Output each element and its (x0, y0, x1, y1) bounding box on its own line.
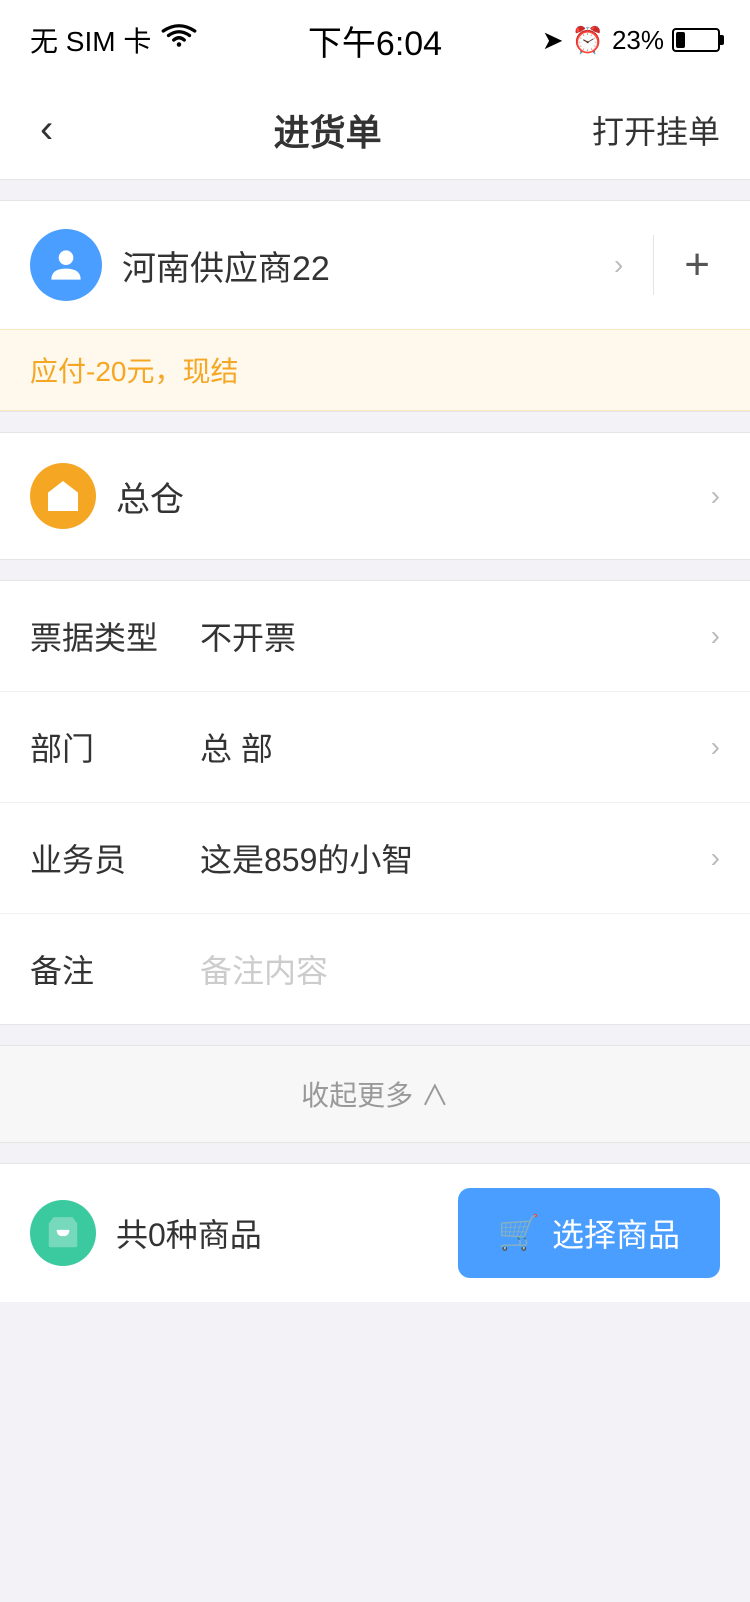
back-button[interactable]: ‹ (30, 97, 63, 162)
alarm-icon: ⏰ (572, 25, 604, 56)
warehouse-name: 总仓 (116, 472, 711, 521)
person-icon (44, 243, 88, 287)
invoice-type-value: 不开票 (200, 613, 711, 659)
status-bar: 无 SIM 卡 下午6:04 ➤ ⏰ 23% (0, 0, 750, 80)
notice-banner: 应付-20元，现结 (0, 329, 750, 411)
open-pending-button[interactable]: 打开挂单 (592, 107, 720, 153)
status-right: ➤ ⏰ 23% (542, 25, 720, 56)
remark-label: 备注 (30, 946, 170, 992)
battery-percent: 23% (612, 25, 664, 56)
select-product-label: 选择商品 (552, 1210, 680, 1256)
status-time: 下午6:04 (308, 16, 442, 65)
warehouse-icon (43, 476, 83, 516)
salesperson-label: 业务员 (30, 835, 170, 881)
carrier-label: 无 SIM 卡 (30, 20, 151, 60)
notice-text: 应付-20元，现结 (30, 356, 238, 387)
salesperson-row[interactable]: 业务员 这是859的小智 › (0, 803, 750, 914)
warehouse-chevron-icon: › (711, 480, 720, 512)
invoice-type-row[interactable]: 票据类型 不开票 › (0, 581, 750, 692)
cart-icon-wrap (30, 1200, 96, 1266)
nav-bar: ‹ 进货单 打开挂单 (0, 80, 750, 180)
department-chevron-icon: › (711, 731, 720, 763)
salesperson-chevron-icon: › (711, 842, 720, 874)
salesperson-value: 这是859的小智 (200, 835, 711, 881)
gap-1 (0, 180, 750, 200)
cart-icon (44, 1214, 82, 1252)
department-value: 总 部 (200, 724, 711, 770)
supplier-section: 河南供应商22 › + 应付-20元，现结 (0, 200, 750, 412)
form-section: 票据类型 不开票 › 部门 总 部 › 业务员 这是859的小智 › 备注 备注… (0, 580, 750, 1025)
status-left: 无 SIM 卡 (30, 20, 197, 60)
collapse-label: 收起更多 ∧ (301, 1074, 449, 1114)
invoice-type-label: 票据类型 (30, 613, 170, 659)
product-count-label: 共0种商品 (116, 1210, 458, 1256)
collapse-row[interactable]: 收起更多 ∧ (0, 1045, 750, 1143)
department-row[interactable]: 部门 总 部 › (0, 692, 750, 803)
department-label: 部门 (30, 724, 170, 770)
page-title: 进货单 (274, 104, 382, 156)
invoice-type-chevron-icon: › (711, 620, 720, 652)
add-button[interactable]: + (674, 235, 720, 295)
wifi-icon (161, 23, 197, 58)
supplier-name: 河南供应商22 (122, 241, 614, 290)
supplier-divider (653, 235, 654, 295)
remark-row[interactable]: 备注 备注内容 (0, 914, 750, 1024)
supplier-row[interactable]: 河南供应商22 › + (0, 201, 750, 329)
supplier-avatar (30, 229, 102, 301)
warehouse-row[interactable]: 总仓 › (0, 432, 750, 560)
select-product-button[interactable]: 🛒 选择商品 (458, 1188, 720, 1278)
location-icon: ➤ (542, 25, 564, 56)
footer-bar: 共0种商品 🛒 选择商品 (0, 1163, 750, 1302)
supplier-chevron-icon: › (614, 249, 623, 281)
select-product-icon: 🛒 (498, 1213, 540, 1253)
warehouse-icon-wrap (30, 463, 96, 529)
bottom-space (0, 1302, 750, 1602)
battery-icon (672, 28, 720, 52)
remark-input[interactable]: 备注内容 (200, 946, 720, 992)
